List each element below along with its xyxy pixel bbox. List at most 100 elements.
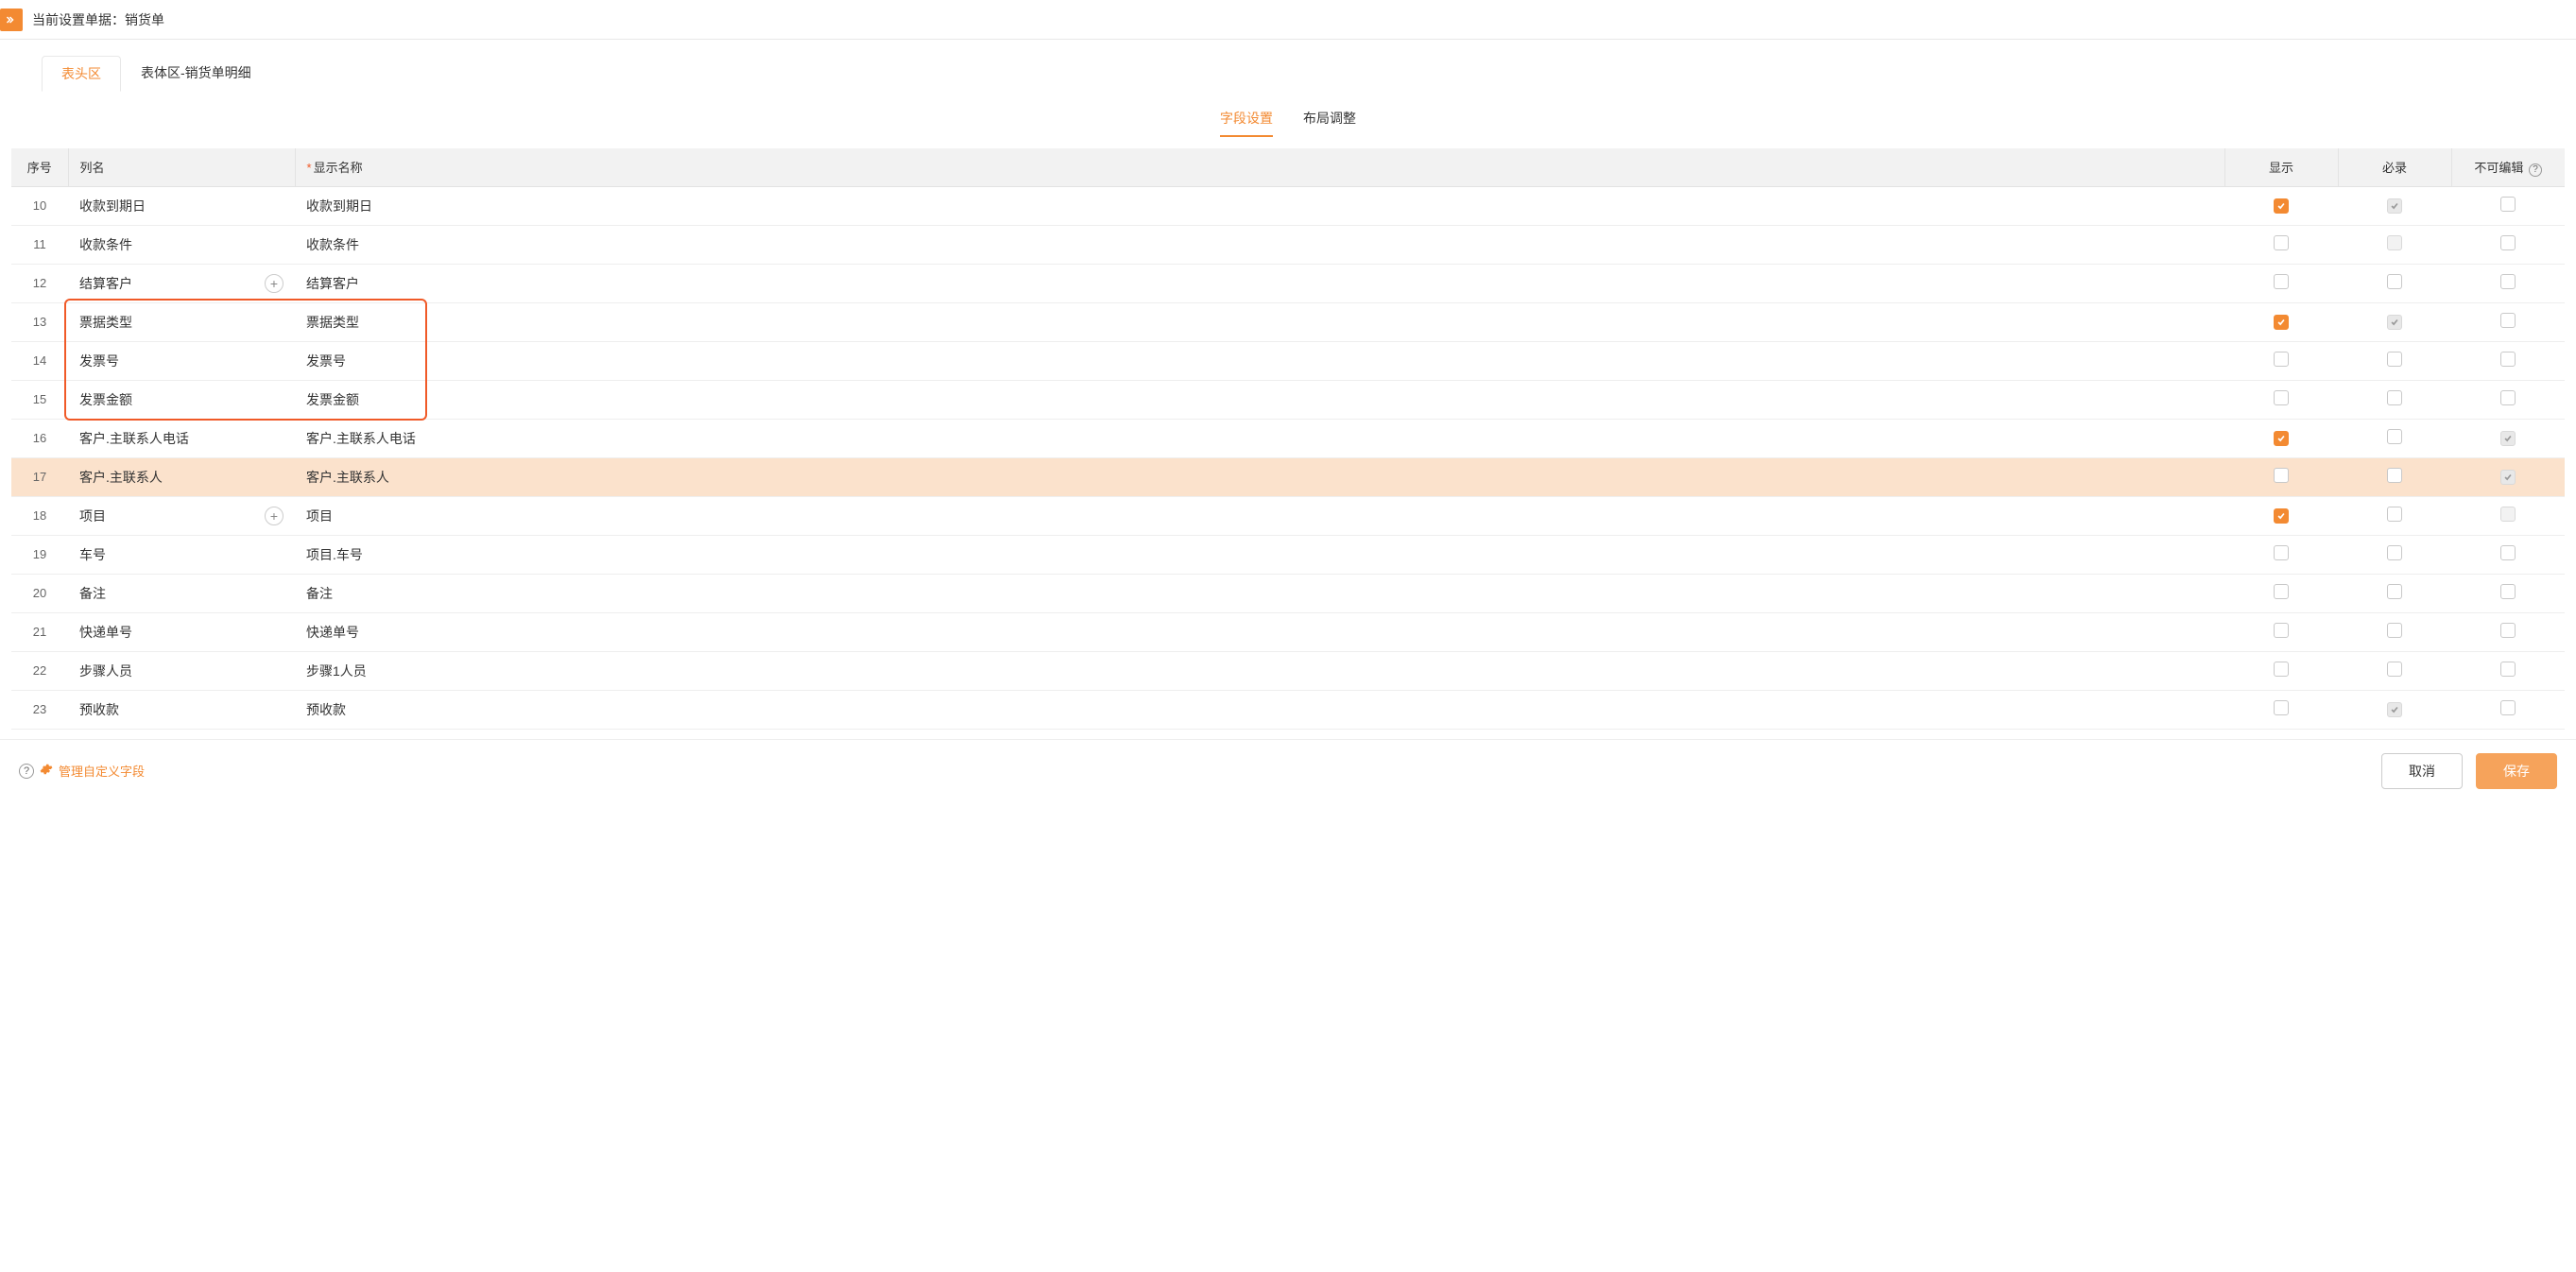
checkbox bbox=[2500, 507, 2516, 522]
cell-show bbox=[2224, 690, 2338, 729]
help-icon[interactable]: ? bbox=[19, 764, 34, 779]
manage-custom-fields-link[interactable]: 管理自定义字段 bbox=[59, 762, 145, 780]
table-row[interactable]: 22 步骤人员 步骤1人员 bbox=[11, 651, 2565, 690]
checkbox[interactable] bbox=[2500, 235, 2516, 250]
checkbox[interactable] bbox=[2274, 390, 2289, 405]
checkbox[interactable] bbox=[2387, 545, 2402, 560]
cell-display-name[interactable]: 客户.主联系人 bbox=[295, 457, 2224, 496]
checkbox[interactable] bbox=[2274, 545, 2289, 560]
outer-tab-1[interactable]: 表体区-销货单明细 bbox=[121, 55, 271, 91]
checkbox[interactable] bbox=[2387, 662, 2402, 677]
cell-display-name[interactable]: 预收款 bbox=[295, 690, 2224, 729]
table-row[interactable]: 18项目+项目 bbox=[11, 496, 2565, 535]
save-button[interactable]: 保存 bbox=[2476, 753, 2557, 789]
checkbox[interactable] bbox=[2387, 507, 2402, 522]
checkbox[interactable] bbox=[2274, 662, 2289, 677]
cell-colname: 客户.主联系人电话 bbox=[68, 419, 295, 457]
sub-tab-1[interactable]: 布局调整 bbox=[1303, 109, 1356, 137]
cell-colname: 结算客户 + bbox=[68, 264, 295, 302]
cell-display-name[interactable]: 收款条件 bbox=[295, 225, 2224, 264]
colname-label: 步骤人员 bbox=[79, 662, 132, 680]
colname-label: 结算客户 bbox=[79, 274, 132, 293]
cell-display-name[interactable]: 备注 bbox=[295, 574, 2224, 612]
cell-locked bbox=[2451, 496, 2565, 535]
add-sub-field-button[interactable]: + bbox=[265, 274, 283, 293]
cell-display-name[interactable]: 项目.车号 bbox=[295, 535, 2224, 574]
table-row[interactable]: 17客户.主联系人客户.主联系人 bbox=[11, 457, 2565, 496]
table-row[interactable]: 13票据类型票据类型 bbox=[11, 302, 2565, 341]
checkbox[interactable] bbox=[2274, 352, 2289, 367]
checkbox[interactable] bbox=[2274, 700, 2289, 715]
cell-display-name[interactable]: 快递单号 bbox=[295, 612, 2224, 651]
checkbox[interactable] bbox=[2500, 662, 2516, 677]
add-sub-field-button[interactable]: + bbox=[265, 507, 283, 525]
checkbox[interactable] bbox=[2387, 429, 2402, 444]
th-colname: 列名 bbox=[68, 148, 295, 186]
cell-show bbox=[2224, 419, 2338, 457]
table-row[interactable]: 20备注备注 bbox=[11, 574, 2565, 612]
checkbox[interactable] bbox=[2274, 623, 2289, 638]
cell-display-name[interactable]: 结算客户 bbox=[295, 264, 2224, 302]
cell-required bbox=[2338, 651, 2451, 690]
checkbox[interactable] bbox=[2387, 623, 2402, 638]
table-row[interactable]: 12结算客户+结算客户 bbox=[11, 264, 2565, 302]
checkbox bbox=[2500, 470, 2516, 485]
cell-display-name[interactable]: 客户.主联系人电话 bbox=[295, 419, 2224, 457]
checkbox[interactable] bbox=[2274, 315, 2289, 330]
checkbox[interactable] bbox=[2387, 352, 2402, 367]
table-row[interactable]: 14发票号发票号 bbox=[11, 341, 2565, 380]
collapse-button[interactable] bbox=[0, 9, 23, 31]
checkbox[interactable] bbox=[2387, 584, 2402, 599]
checkbox bbox=[2387, 702, 2402, 717]
sub-tab-0[interactable]: 字段设置 bbox=[1220, 109, 1273, 137]
checkbox[interactable] bbox=[2274, 584, 2289, 599]
table-row[interactable]: 16客户.主联系人电话客户.主联系人电话 bbox=[11, 419, 2565, 457]
checkbox[interactable] bbox=[2387, 468, 2402, 483]
cell-required bbox=[2338, 612, 2451, 651]
cell-display-name[interactable]: 收款到期日 bbox=[295, 186, 2224, 225]
checkbox[interactable] bbox=[2500, 700, 2516, 715]
cell-display-name[interactable]: 发票金额 bbox=[295, 380, 2224, 419]
checkbox[interactable] bbox=[2500, 545, 2516, 560]
checkbox[interactable] bbox=[2500, 623, 2516, 638]
checkbox[interactable] bbox=[2274, 508, 2289, 524]
cell-display-name[interactable]: 发票号 bbox=[295, 341, 2224, 380]
table-row[interactable]: 11收款条件收款条件 bbox=[11, 225, 2565, 264]
checkbox[interactable] bbox=[2387, 274, 2402, 289]
cell-display-name[interactable]: 步骤1人员 bbox=[295, 651, 2224, 690]
checkbox[interactable] bbox=[2274, 431, 2289, 446]
cell-display-name[interactable]: 票据类型 bbox=[295, 302, 2224, 341]
checkbox[interactable] bbox=[2500, 197, 2516, 212]
cell-seq: 11 bbox=[11, 225, 68, 264]
cancel-button[interactable]: 取消 bbox=[2381, 753, 2463, 789]
checkbox[interactable] bbox=[2274, 274, 2289, 289]
checkbox[interactable] bbox=[2274, 198, 2289, 214]
checkbox[interactable] bbox=[2500, 390, 2516, 405]
checkbox[interactable] bbox=[2500, 584, 2516, 599]
cell-seq: 13 bbox=[11, 302, 68, 341]
table-row[interactable]: 23预收款预收款 bbox=[11, 690, 2565, 729]
checkbox[interactable] bbox=[2500, 274, 2516, 289]
cell-required bbox=[2338, 535, 2451, 574]
checkbox[interactable] bbox=[2387, 390, 2402, 405]
cell-colname: 发票号 bbox=[68, 341, 295, 380]
checkbox[interactable] bbox=[2500, 313, 2516, 328]
colname-label: 车号 bbox=[79, 545, 106, 564]
table-row[interactable]: 15发票金额发票金额 bbox=[11, 380, 2565, 419]
table-row[interactable]: 19车号项目.车号 bbox=[11, 535, 2565, 574]
table-row[interactable]: 21快递单号快递单号 bbox=[11, 612, 2565, 651]
cell-seq: 22 bbox=[11, 651, 68, 690]
table-row[interactable]: 10收款到期日收款到期日 bbox=[11, 186, 2565, 225]
checkbox[interactable] bbox=[2274, 235, 2289, 250]
outer-tab-0[interactable]: 表头区 bbox=[42, 56, 121, 92]
cell-required bbox=[2338, 380, 2451, 419]
cell-required bbox=[2338, 225, 2451, 264]
colname-label: 发票金额 bbox=[79, 390, 132, 409]
colname-label: 发票号 bbox=[79, 352, 119, 370]
checkbox[interactable] bbox=[2274, 468, 2289, 483]
cell-seq: 16 bbox=[11, 419, 68, 457]
cell-display-name[interactable]: 项目 bbox=[295, 496, 2224, 535]
help-icon[interactable]: ? bbox=[2529, 163, 2542, 177]
checkbox[interactable] bbox=[2500, 352, 2516, 367]
cell-colname: 发票金额 bbox=[68, 380, 295, 419]
